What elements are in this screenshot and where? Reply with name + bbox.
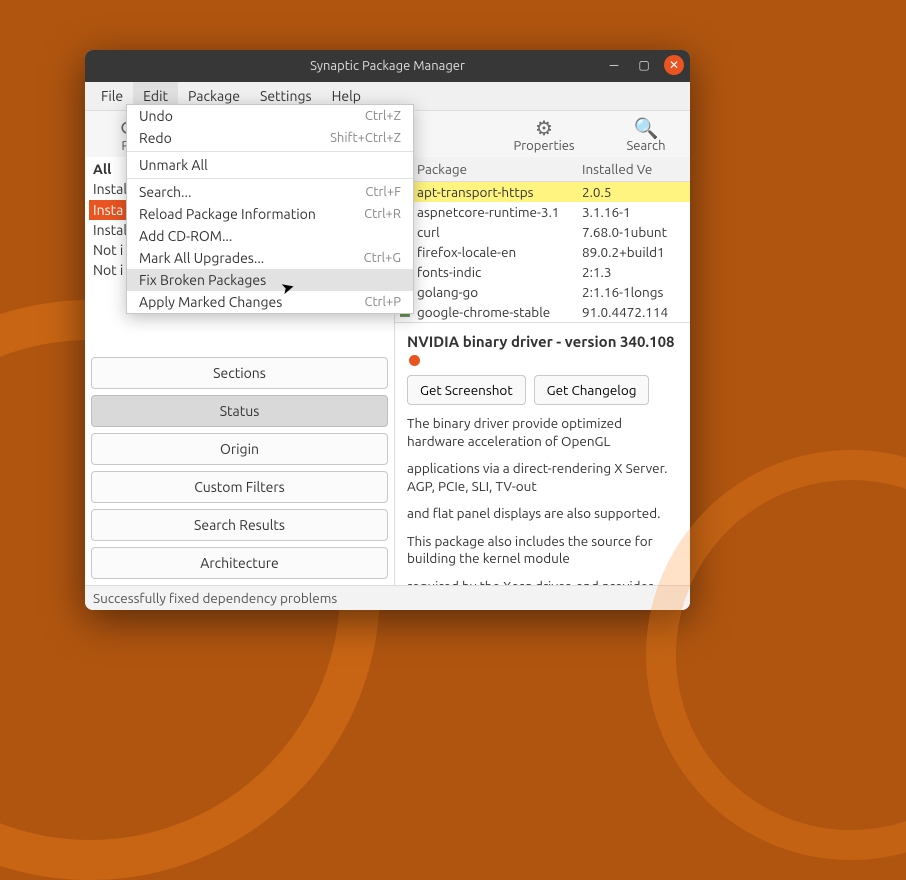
close-button[interactable]: ✕ — [664, 55, 684, 75]
gear-icon: ⚙ — [535, 117, 553, 139]
filter-btn-origin[interactable]: Origin — [91, 433, 388, 465]
menuitem-undo[interactable]: UndoCtrl+Z — [127, 105, 413, 127]
right-pane: Package Installed Ve apt-transport-https… — [395, 157, 690, 585]
filter-btn-search-results[interactable]: Search Results — [91, 509, 388, 541]
menuitem-add-cd-rom[interactable]: Add CD-ROM... — [127, 225, 413, 247]
package-row[interactable]: aspnetcore-runtime-3.13.1.16-1 — [395, 202, 690, 222]
filter-btn-custom-filters[interactable]: Custom Filters — [91, 471, 388, 503]
package-version: 91.0.4472.114 — [582, 304, 690, 320]
package-detail: NVIDIA binary driver - version 340.108 G… — [395, 322, 690, 585]
detail-title: NVIDIA binary driver - version 340.108 — [407, 333, 678, 367]
package-version: 2:1.16-1longs — [582, 284, 690, 300]
package-version: 89.0.2+build1 — [582, 244, 690, 260]
package-row[interactable]: firefox-locale-en89.0.2+build1 — [395, 242, 690, 262]
header-installed[interactable]: Installed Ve — [582, 161, 690, 177]
menuitem-reload-package-information[interactable]: Reload Package InformationCtrl+R — [127, 203, 413, 225]
package-name: google-chrome-stable — [415, 304, 582, 320]
menuitem-redo[interactable]: RedoShift+Ctrl+Z — [127, 127, 413, 149]
window-title: Synaptic Package Manager — [310, 59, 465, 73]
package-version: 2.0.5 — [582, 184, 690, 200]
get-screenshot-button[interactable]: Get Screenshot — [407, 375, 526, 405]
detail-text: required by the Xorg driver, and provide… — [407, 578, 678, 585]
minimize-button[interactable]: ─ — [604, 55, 624, 75]
package-list[interactable]: apt-transport-https2.0.5aspnetcore-runti… — [395, 182, 690, 322]
package-name: apt-transport-https — [415, 184, 582, 200]
filter-btn-architecture[interactable]: Architecture — [91, 547, 388, 579]
titlebar: Synaptic Package Manager ─ ▢ ✕ — [85, 50, 690, 82]
package-row[interactable]: apt-transport-https2.0.5 — [395, 182, 690, 202]
menuitem-mark-all-upgrades[interactable]: Mark All Upgrades...Ctrl+G — [127, 247, 413, 269]
menuitem-apply-marked-changes[interactable]: Apply Marked ChangesCtrl+P — [127, 291, 413, 313]
status-text: Successfully fixed dependency problems — [93, 590, 337, 606]
package-name: firefox-locale-en — [415, 244, 582, 260]
filter-button-group: Sections Status Origin Custom Filters Search… — [85, 351, 394, 585]
filter-btn-sections[interactable]: Sections — [91, 357, 388, 389]
menuitem-unmark-all[interactable]: Unmark All — [127, 154, 413, 176]
package-name: golang-go — [415, 284, 582, 300]
detail-text: applications via a direct-rendering X Se… — [407, 460, 678, 495]
filter-btn-status[interactable]: Status — [91, 395, 388, 427]
detail-text: This package also includes the source fo… — [407, 533, 678, 568]
maximize-button[interactable]: ▢ — [634, 55, 654, 75]
search-icon: 🔍 — [634, 117, 659, 139]
supported-icon — [409, 355, 420, 366]
package-version: 3.1.16-1 — [582, 204, 690, 220]
statusbar: Successfully fixed dependency problems — [85, 585, 690, 610]
search-button[interactable]: 🔍 Search — [610, 117, 682, 153]
get-changelog-button[interactable]: Get Changelog — [534, 375, 650, 405]
detail-text: The binary driver provide optimized hard… — [407, 415, 678, 450]
package-name: curl — [415, 224, 582, 240]
package-name: aspnetcore-runtime-3.1 — [415, 204, 582, 220]
package-table-header: Package Installed Ve — [395, 157, 690, 182]
menuitem-fix-broken-packages[interactable]: Fix Broken Packages — [127, 269, 413, 291]
package-row[interactable]: fonts-indic2:1.3 — [395, 262, 690, 282]
properties-button[interactable]: ⚙ Properties — [508, 117, 580, 153]
detail-text: and flat panel displays are also support… — [407, 505, 678, 523]
package-row[interactable]: curl7.68.0-1ubunt — [395, 222, 690, 242]
package-row[interactable]: golang-go2:1.16-1longs — [395, 282, 690, 302]
search-label: Search — [626, 139, 665, 153]
edit-dropdown: UndoCtrl+ZRedoShift+Ctrl+Z Unmark All Sear… — [126, 104, 414, 314]
properties-label: Properties — [513, 139, 574, 153]
package-name: fonts-indic — [415, 264, 582, 280]
package-row[interactable]: google-chrome-stable91.0.4472.114 — [395, 302, 690, 322]
package-version: 2:1.3 — [582, 264, 690, 280]
menuitem-search[interactable]: Search...Ctrl+F — [127, 181, 413, 203]
package-version: 7.68.0-1ubunt — [582, 224, 690, 240]
header-package[interactable]: Package — [415, 161, 582, 177]
